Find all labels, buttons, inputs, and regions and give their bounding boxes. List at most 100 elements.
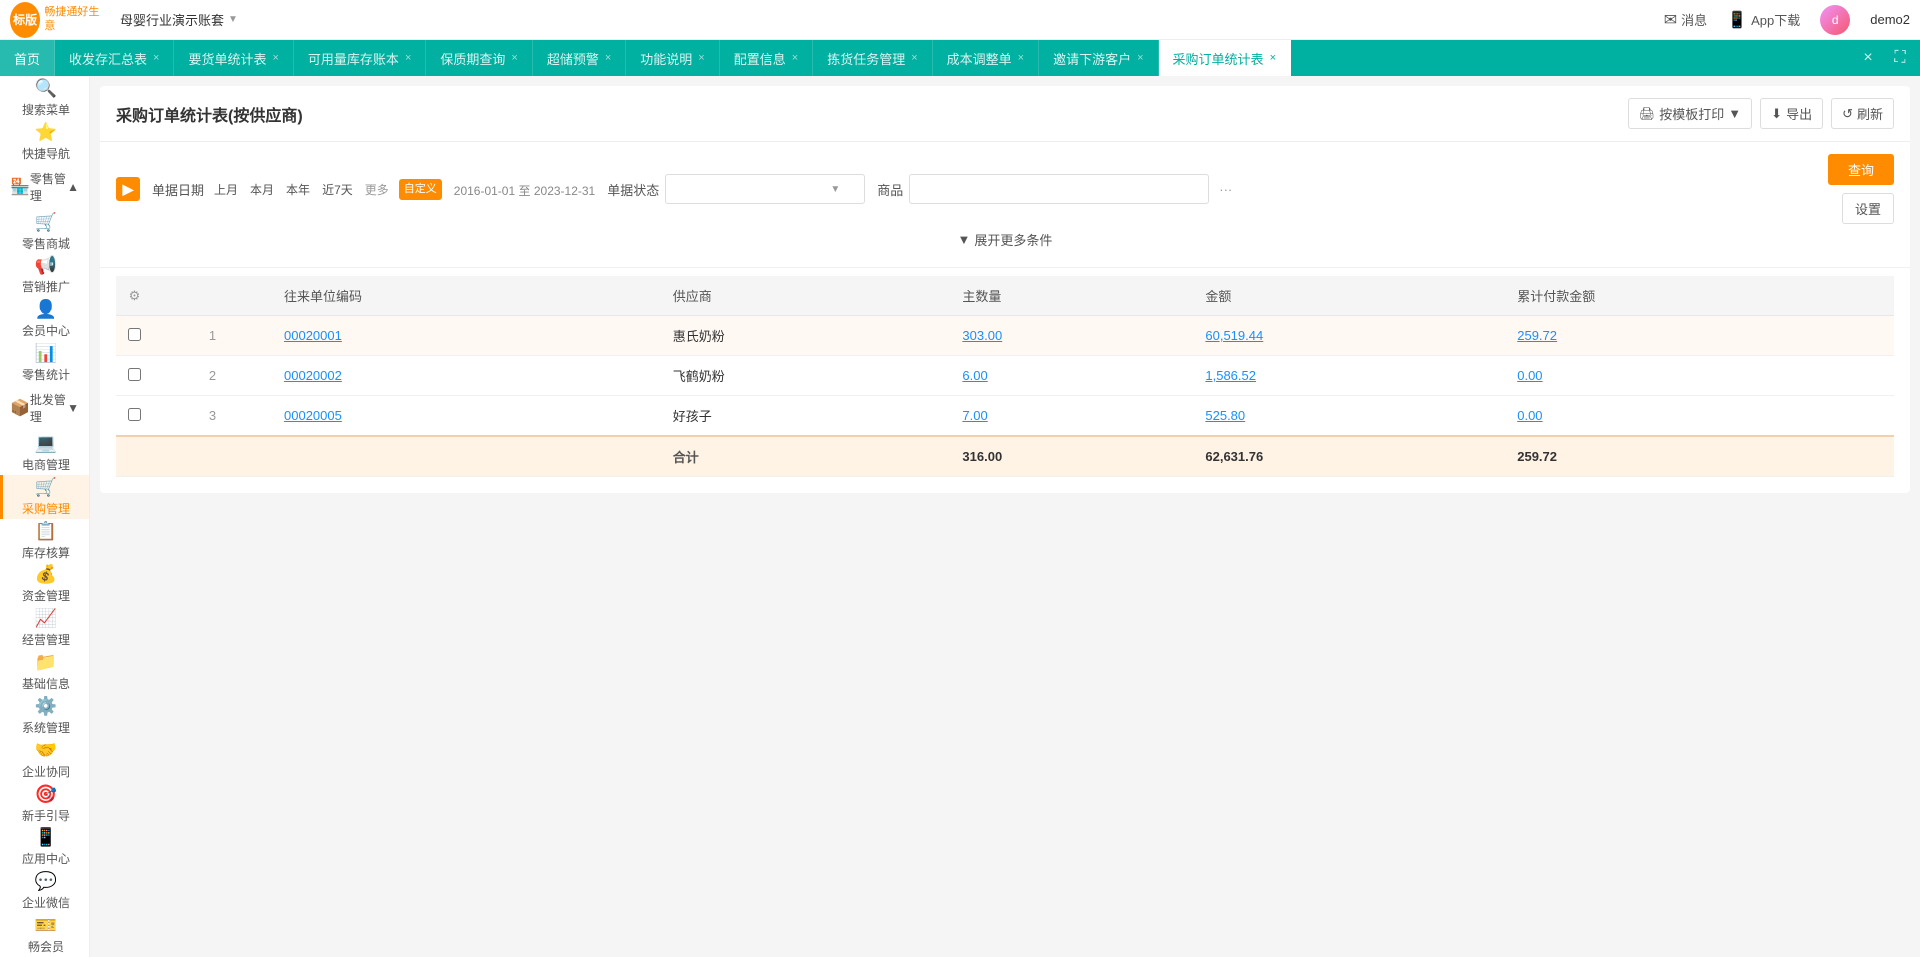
export-btn[interactable]: ⬇ 导出	[1760, 98, 1823, 129]
sidebar-item-operations[interactable]: 📈 经营管理	[0, 606, 89, 650]
paid-amount-link-1[interactable]: 259.72	[1517, 328, 1557, 343]
qty-link-2[interactable]: 6.00	[962, 368, 987, 383]
print-btn[interactable]: 🖨 按模板打印 ▼	[1628, 98, 1752, 129]
date-shortcuts: 上月 本月 本年 近7天 更多 自定义	[210, 179, 442, 200]
td-checkbox-2[interactable]	[116, 356, 153, 396]
query-btn[interactable]: 查询	[1828, 154, 1894, 185]
status-filter-label: 单据状态	[607, 180, 659, 199]
tab-cost-adjust[interactable]: 成本调整单 ×	[933, 40, 1039, 76]
status-select[interactable]: ▼	[665, 174, 865, 204]
tab-close-all-btn[interactable]: ×	[1856, 46, 1880, 70]
tab-invite-downstream[interactable]: 邀请下游客户 ×	[1039, 40, 1158, 76]
sidebar-member-label: 会员中心	[22, 322, 70, 339]
sidebar-item-marketing[interactable]: 📢 营销推广	[0, 253, 89, 297]
tab-invite-downstream-close[interactable]: ×	[1137, 52, 1143, 64]
refresh-btn[interactable]: ↺ 刷新	[1831, 98, 1894, 129]
sidebar-item-system[interactable]: ⚙️ 系统管理	[0, 694, 89, 738]
td-supplier-name-1: 惠氏奶粉	[661, 316, 951, 356]
th-qty: 主数量	[950, 276, 1193, 316]
enterprise-wechat-icon: 💬	[35, 871, 57, 892]
sidebar-item-retail[interactable]: 🏪 零售管理 ▲	[0, 164, 89, 210]
sidebar-item-ecommerce[interactable]: 💻 电商管理	[0, 431, 89, 475]
qty-link-1[interactable]: 303.00	[962, 328, 1002, 343]
top-bar: 标版 畅捷通好生意 母婴行业演示账套 ▼ ✉ 消息 📱 App下载 d demo…	[0, 0, 1920, 40]
sidebar-item-enterprise-wechat[interactable]: 💬 企业微信	[0, 869, 89, 913]
tab-config-info[interactable]: 配置信息 ×	[720, 40, 813, 76]
sidebar-retail-label: 零售管理	[30, 170, 67, 204]
shortcut-this-year[interactable]: 本年	[282, 179, 314, 200]
sidebar-item-finance[interactable]: 💰 资金管理	[0, 562, 89, 606]
td-checkbox-1[interactable]	[116, 316, 153, 356]
tab-home[interactable]: 首页	[0, 40, 55, 76]
sidebar-item-app-center[interactable]: 📱 应用中心	[0, 825, 89, 869]
th-settings[interactable]: ⚙	[116, 276, 153, 316]
sidebar-wholesale-label: 批发管理	[30, 391, 67, 425]
sidebar-app-center-label: 应用中心	[22, 850, 70, 867]
tab-available-stock[interactable]: 可用量库存账本 ×	[294, 40, 426, 76]
setting-btn[interactable]: 设置	[1842, 193, 1894, 224]
td-footer-amount: 62,631.76	[1193, 436, 1505, 477]
tab-overstock[interactable]: 超储预警 ×	[533, 40, 626, 76]
filter-toggle-btn[interactable]: ▶	[116, 177, 140, 201]
supplier-code-link-1[interactable]: 00020001	[284, 328, 342, 343]
user-avatar[interactable]: d	[1820, 5, 1850, 35]
paid-amount-link-3[interactable]: 0.00	[1517, 408, 1542, 423]
shortcut-7days[interactable]: 近7天	[318, 179, 357, 200]
sidebar-item-wholesale[interactable]: 📦 批发管理 ▼	[0, 385, 89, 431]
paid-amount-link-2[interactable]: 0.00	[1517, 368, 1542, 383]
td-footer-empty-2	[153, 436, 272, 477]
sidebar-item-retail-stats[interactable]: 📊 零售统计	[0, 341, 89, 385]
goods-more-icon[interactable]: ···	[1219, 182, 1232, 197]
tab-requisition[interactable]: 要货单统计表 ×	[174, 40, 293, 76]
message-btn[interactable]: ✉ 消息	[1664, 10, 1707, 30]
sidebar-item-member[interactable]: 👤 会员中心	[0, 297, 89, 341]
tab-picking-task[interactable]: 拣货任务管理 ×	[813, 40, 932, 76]
page-header: 采购订单统计表(按供应商) 🖨 按模板打印 ▼ ⬇ 导出 ↺ 刷新	[100, 86, 1910, 142]
tab-purchase-order-stat-close[interactable]: ×	[1270, 52, 1276, 64]
tab-function-desc-close[interactable]: ×	[698, 52, 704, 64]
app-download-btn[interactable]: 📱 App下载	[1727, 10, 1800, 30]
row-checkbox-1[interactable]	[128, 328, 141, 341]
tab-expiry[interactable]: 保质期查询 ×	[426, 40, 532, 76]
sidebar-retail-stats-label: 零售统计	[22, 366, 70, 383]
tab-available-stock-close[interactable]: ×	[405, 52, 411, 64]
sidebar-item-retail-store[interactable]: 🛒 零售商城	[0, 210, 89, 254]
qty-link-3[interactable]: 7.00	[962, 408, 987, 423]
tab-overstock-close[interactable]: ×	[605, 52, 611, 64]
goods-input[interactable]	[909, 174, 1209, 204]
td-footer-qty: 316.00	[950, 436, 1193, 477]
amount-link-3[interactable]: 525.80	[1205, 408, 1245, 423]
row-checkbox-3[interactable]	[128, 408, 141, 421]
tab-picking-task-close[interactable]: ×	[911, 52, 917, 64]
supplier-code-link-3[interactable]: 00020005	[284, 408, 342, 423]
tab-receive-send[interactable]: 收发存汇总表 ×	[55, 40, 174, 76]
tab-config-info-close[interactable]: ×	[792, 52, 798, 64]
td-checkbox-3[interactable]	[116, 396, 153, 437]
row-checkbox-2[interactable]	[128, 368, 141, 381]
sidebar-item-enterprise-collab[interactable]: 🤝 企业协同	[0, 738, 89, 782]
sidebar-item-search[interactable]: 🔍 搜索菜单	[0, 76, 89, 120]
amount-link-1[interactable]: 60,519.44	[1205, 328, 1263, 343]
tab-expand-btn[interactable]: ⛶	[1888, 46, 1912, 70]
sidebar-item-basic-info[interactable]: 📁 基础信息	[0, 650, 89, 694]
top-right-actions: ✉ 消息 📱 App下载 d demo2	[1664, 5, 1910, 35]
expand-more-btn[interactable]: ▼ 展开更多条件	[116, 224, 1894, 255]
tab-cost-adjust-close[interactable]: ×	[1018, 52, 1024, 64]
tab-purchase-order-stat[interactable]: 采购订单统计表 ×	[1159, 40, 1291, 76]
supplier-code-link-2[interactable]: 00020002	[284, 368, 342, 383]
shortcut-last-month[interactable]: 上月	[210, 179, 242, 200]
shortcut-more[interactable]: 更多	[361, 179, 393, 200]
amount-link-2[interactable]: 1,586.52	[1205, 368, 1256, 383]
sidebar-item-inventory[interactable]: 📋 库存核算	[0, 519, 89, 563]
tab-function-desc[interactable]: 功能说明 ×	[626, 40, 719, 76]
tab-expiry-close[interactable]: ×	[511, 52, 517, 64]
tab-requisition-close[interactable]: ×	[272, 52, 278, 64]
sidebar-item-member-card[interactable]: 🎫 畅会员	[0, 913, 89, 957]
sidebar-item-purchase[interactable]: 🛒 采购管理	[0, 475, 89, 519]
shortcut-this-month[interactable]: 本月	[246, 179, 278, 200]
expand-more-icon: ▼	[958, 232, 971, 247]
sidebar-item-new-guide[interactable]: 🎯 新手引导	[0, 782, 89, 826]
sidebar-item-shortcut[interactable]: ⭐ 快捷导航	[0, 120, 89, 164]
tab-receive-send-close[interactable]: ×	[153, 52, 159, 64]
workspace-selector[interactable]: 母婴行业演示账套 ▼	[120, 10, 242, 29]
